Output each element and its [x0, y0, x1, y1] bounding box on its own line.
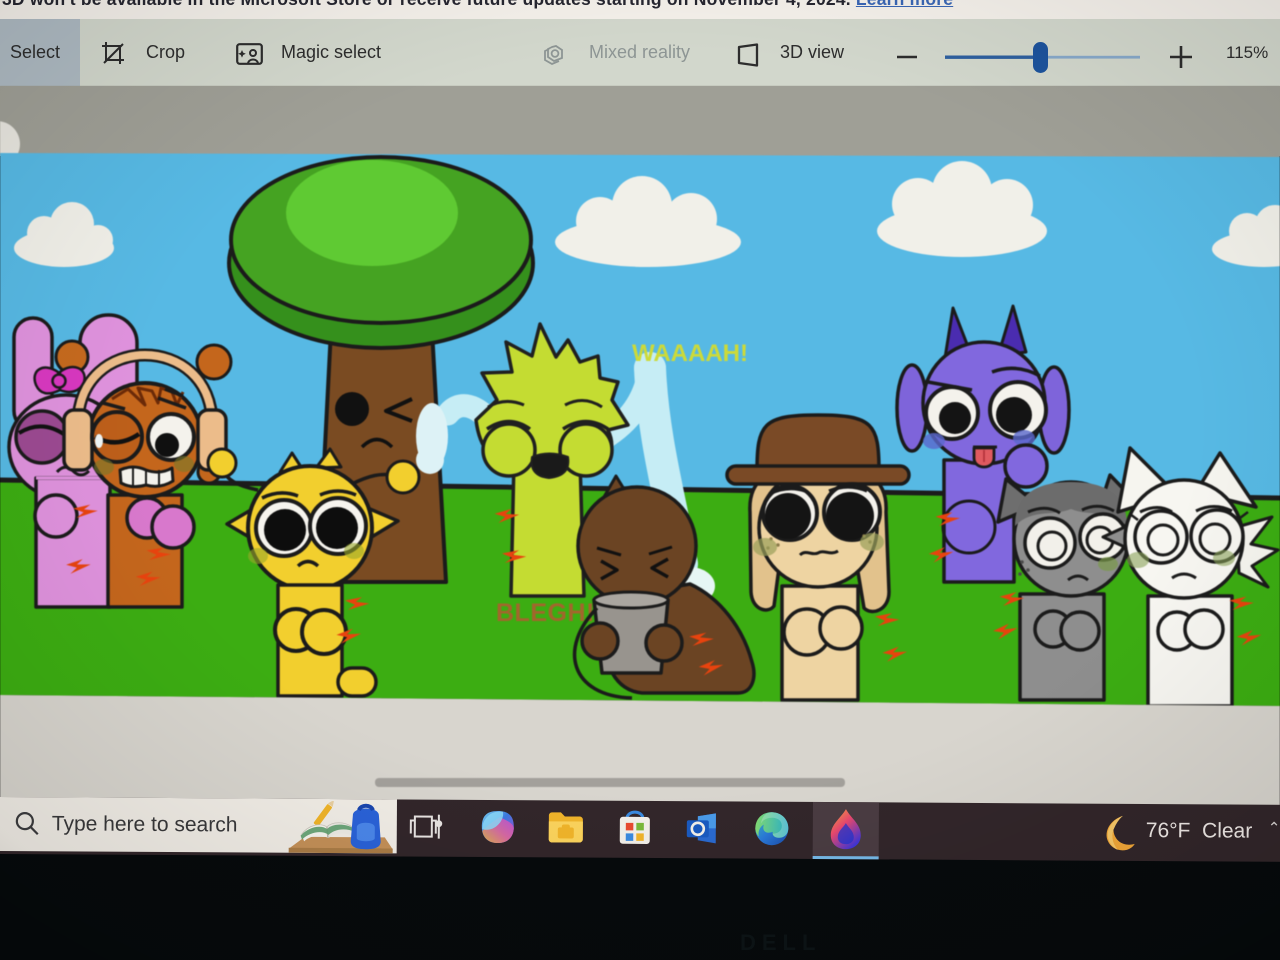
svg-text:WAAAAH!: WAAAAH! — [632, 340, 748, 367]
svg-text:BLEGH!: BLEGH! — [496, 599, 595, 627]
